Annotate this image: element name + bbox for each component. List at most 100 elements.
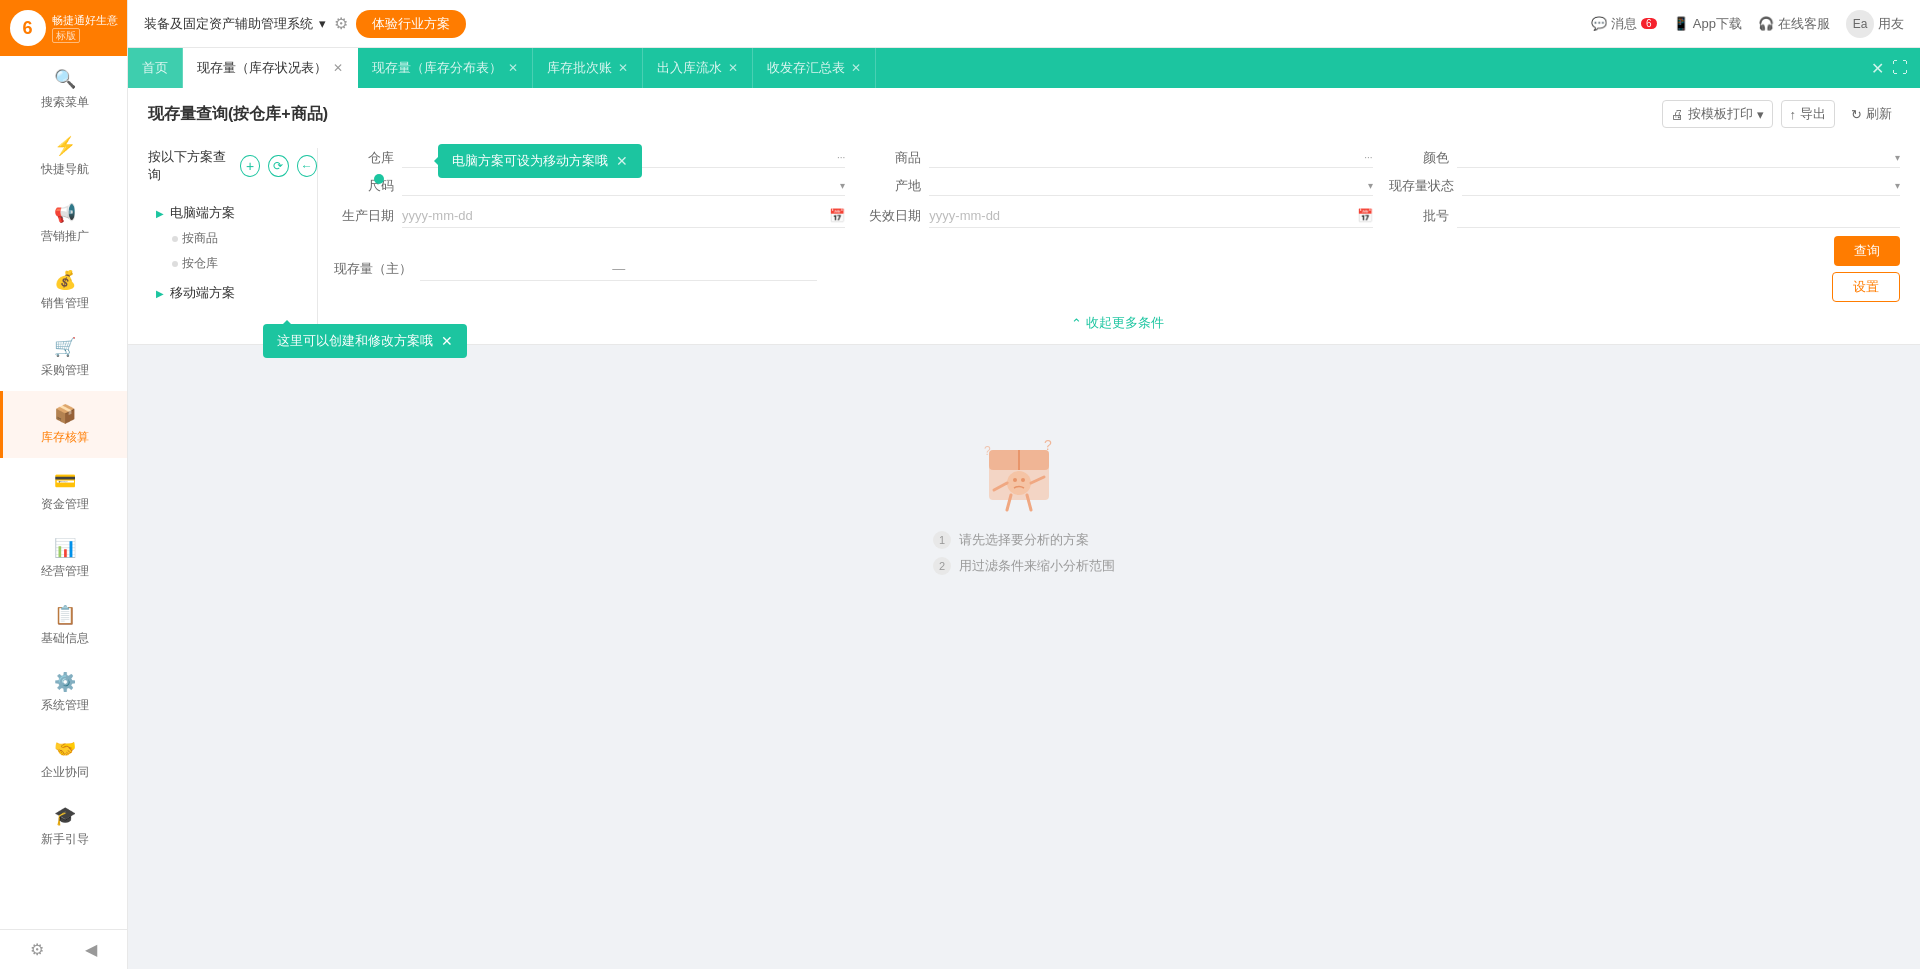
filter-section: 按以下方案查询 + ⟳ ← 电脑方案可设为移动方案哦 ✕ — [148, 148, 1900, 332]
sidebar-item-purchase[interactable]: 🛒 采购管理 — [0, 324, 127, 391]
tab-close-all-btn[interactable]: ✕ — [1871, 59, 1884, 78]
scheme-toggle-icon2: ▶ — [156, 288, 164, 299]
logo-text: 畅捷通好生意 标版 — [52, 13, 118, 42]
search-btn[interactable]: 查询 — [1834, 236, 1900, 266]
inventory-icon: 📦 — [54, 403, 76, 425]
produce-date-picker[interactable]: yyyy-mm-dd 📅 — [402, 204, 845, 228]
scheme-group-desktop-header[interactable]: ▶ 电脑端方案 — [148, 200, 317, 226]
tab-home[interactable]: 首页 — [128, 48, 183, 88]
origin-label: 产地 — [861, 177, 921, 195]
marketing-icon: 📢 — [54, 202, 76, 224]
tab-in-out-flow-close[interactable]: ✕ — [728, 62, 738, 74]
filter-row-4-wrap: 现存量（主） — — [334, 236, 1900, 302]
sidebar-footer: ⚙ ◀ — [0, 929, 127, 969]
topbar-settings-icon[interactable]: ⚙ — [334, 14, 348, 33]
export-btn[interactable]: ↑ 导出 — [1781, 100, 1836, 128]
sidebar-item-basic[interactable]: 📋 基础信息 — [0, 592, 127, 659]
reset-btn[interactable]: 设置 — [1832, 272, 1900, 302]
filter-field-size: 尺码 ▾ — [334, 176, 845, 196]
size-select[interactable]: ▾ — [402, 176, 845, 196]
tab-collect-summary[interactable]: 收发存汇总表 ✕ — [753, 48, 876, 88]
online-service-btn[interactable]: 🎧 在线客服 — [1758, 15, 1830, 33]
scheme-tooltip-text: 这里可以创建和修改方案哦 — [277, 332, 433, 350]
user-btn[interactable]: Ea 用友 — [1846, 10, 1904, 38]
sidebar-item-inventory[interactable]: 📦 库存核算 — [0, 391, 127, 458]
expire-date-icon[interactable]: 📅 — [1357, 208, 1373, 223]
chevron-down-icon: ▾ — [319, 16, 326, 31]
filter-field-batch: 批号 — [1389, 204, 1900, 228]
svg-text:?: ? — [984, 444, 991, 458]
filter-add-btn[interactable]: + — [240, 155, 260, 177]
tab-collect-summary-close[interactable]: ✕ — [851, 62, 861, 74]
size-chevron: ▾ — [840, 180, 845, 191]
tab-inventory-dist[interactable]: 现存量（库存分布表） ✕ — [358, 48, 533, 88]
refresh-btn[interactable]: ↻ 刷新 — [1843, 101, 1900, 127]
warehouse-label: 仓库 — [334, 149, 394, 167]
origin-chevron: ▾ — [1368, 180, 1373, 191]
sidebar-item-marketing[interactable]: 📢 营销推广 — [0, 190, 127, 257]
quick-icon: ⚡ — [54, 135, 76, 157]
sidebar-item-quick[interactable]: ⚡ 快捷导航 — [0, 123, 127, 190]
svg-point-4 — [1013, 478, 1017, 482]
svg-point-5 — [1021, 478, 1025, 482]
sidebar-settings-btn[interactable]: ⚙ — [30, 940, 44, 959]
tooltip-close-btn[interactable]: ✕ — [616, 153, 628, 169]
stock-status-chevron: ▾ — [1895, 180, 1900, 191]
expire-date-picker[interactable]: yyyy-mm-dd 📅 — [929, 204, 1372, 228]
origin-select[interactable]: ▾ — [929, 176, 1372, 196]
system-selector[interactable]: 装备及固定资产辅助管理系统 ▾ — [144, 15, 326, 33]
sidebar-collapse-btn[interactable]: ◀ — [85, 940, 97, 959]
tab-inventory-dist-close[interactable]: ✕ — [508, 62, 518, 74]
stock-qty-min[interactable] — [420, 261, 604, 276]
chevron-print-icon: ▾ — [1757, 107, 1764, 122]
filter-row-3: 生产日期 yyyy-mm-dd 📅 失效日期 yyyy-mm-dd — [334, 204, 1900, 228]
sidebar-item-search[interactable]: 🔍 搜索菜单 — [0, 56, 127, 123]
scheme-group-desktop: ▶ 电脑端方案 按商品 按仓库 — [148, 200, 317, 276]
message-btn[interactable]: 💬 消息 6 — [1591, 15, 1657, 33]
sidebar-item-enterprise[interactable]: 🤝 企业协同 — [0, 726, 127, 793]
tab-in-out-flow[interactable]: 出入库流水 ✕ — [643, 48, 753, 88]
scheme-group-mobile-header[interactable]: ▶ 移动端方案 — [148, 280, 317, 306]
export-icon: ↑ — [1790, 107, 1797, 122]
page-actions: 🖨 按模板打印 ▾ ↑ 导出 ↻ 刷新 — [1662, 100, 1901, 128]
scheme-item-by-product[interactable]: 按商品 — [148, 226, 317, 251]
batch-input[interactable] — [1457, 204, 1900, 228]
sidebar-item-system[interactable]: ⚙️ 系统管理 — [0, 659, 127, 726]
page-container: 现存量查询(按仓库+商品) 🖨 按模板打印 ▾ ↑ 导出 ↻ 刷新 — [128, 88, 1920, 969]
produce-date-label: 生产日期 — [334, 207, 394, 225]
print-icon: 🖨 — [1671, 107, 1684, 122]
collapse-btn[interactable]: ⌃ 收起更多条件 — [334, 314, 1900, 332]
produce-date-icon[interactable]: 📅 — [829, 208, 845, 223]
color-select[interactable]: ▾ — [1457, 148, 1900, 168]
stock-status-select[interactable]: ▾ — [1462, 176, 1900, 196]
scheme-item-by-warehouse[interactable]: 按仓库 — [148, 251, 317, 276]
trial-btn[interactable]: 体验行业方案 — [356, 10, 466, 38]
color-chevron: ▾ — [1895, 152, 1900, 163]
print-btn[interactable]: 🖨 按模板打印 ▾ — [1662, 100, 1773, 128]
message-badge: 6 — [1641, 18, 1657, 29]
product-select[interactable]: ··· — [929, 148, 1372, 168]
guide-icon: 🎓 — [54, 805, 76, 827]
basic-icon: 📋 — [54, 604, 76, 626]
sidebar-item-finance[interactable]: 💳 资金管理 — [0, 458, 127, 525]
sidebar-item-sales[interactable]: 💰 销售管理 — [0, 257, 127, 324]
highlight-dot — [374, 174, 384, 184]
filter-cycle-btn[interactable]: ⟳ — [268, 155, 288, 177]
tab-inventory-status[interactable]: 现存量（库存状况表） ✕ — [183, 48, 358, 88]
tab-batch-account[interactable]: 库存批次账 ✕ — [533, 48, 643, 88]
tab-expand-btn[interactable]: ⛶ — [1892, 59, 1908, 77]
scheme-mobile-label: 移动端方案 — [170, 284, 235, 302]
stock-qty-max[interactable] — [633, 261, 817, 276]
sidebar-item-operation[interactable]: 📊 经营管理 — [0, 525, 127, 592]
filter-arrow-btn[interactable]: ← — [297, 155, 317, 177]
sidebar-item-guide[interactable]: 🎓 新手引导 — [0, 793, 127, 860]
logo-icon: 6 — [10, 10, 46, 46]
scheme-tooltip-close-btn[interactable]: ✕ — [441, 333, 453, 349]
tab-batch-account-close[interactable]: ✕ — [618, 62, 628, 74]
app-download-btn[interactable]: 📱 App下载 — [1673, 15, 1742, 33]
tab-inventory-status-close[interactable]: ✕ — [333, 62, 343, 74]
stock-qty-range[interactable]: — — [420, 257, 817, 281]
filter-area: 按以下方案查询 + ⟳ ← 电脑方案可设为移动方案哦 ✕ — [128, 136, 1920, 345]
avatar: Ea — [1846, 10, 1874, 38]
tab-home-label: 首页 — [142, 59, 168, 77]
